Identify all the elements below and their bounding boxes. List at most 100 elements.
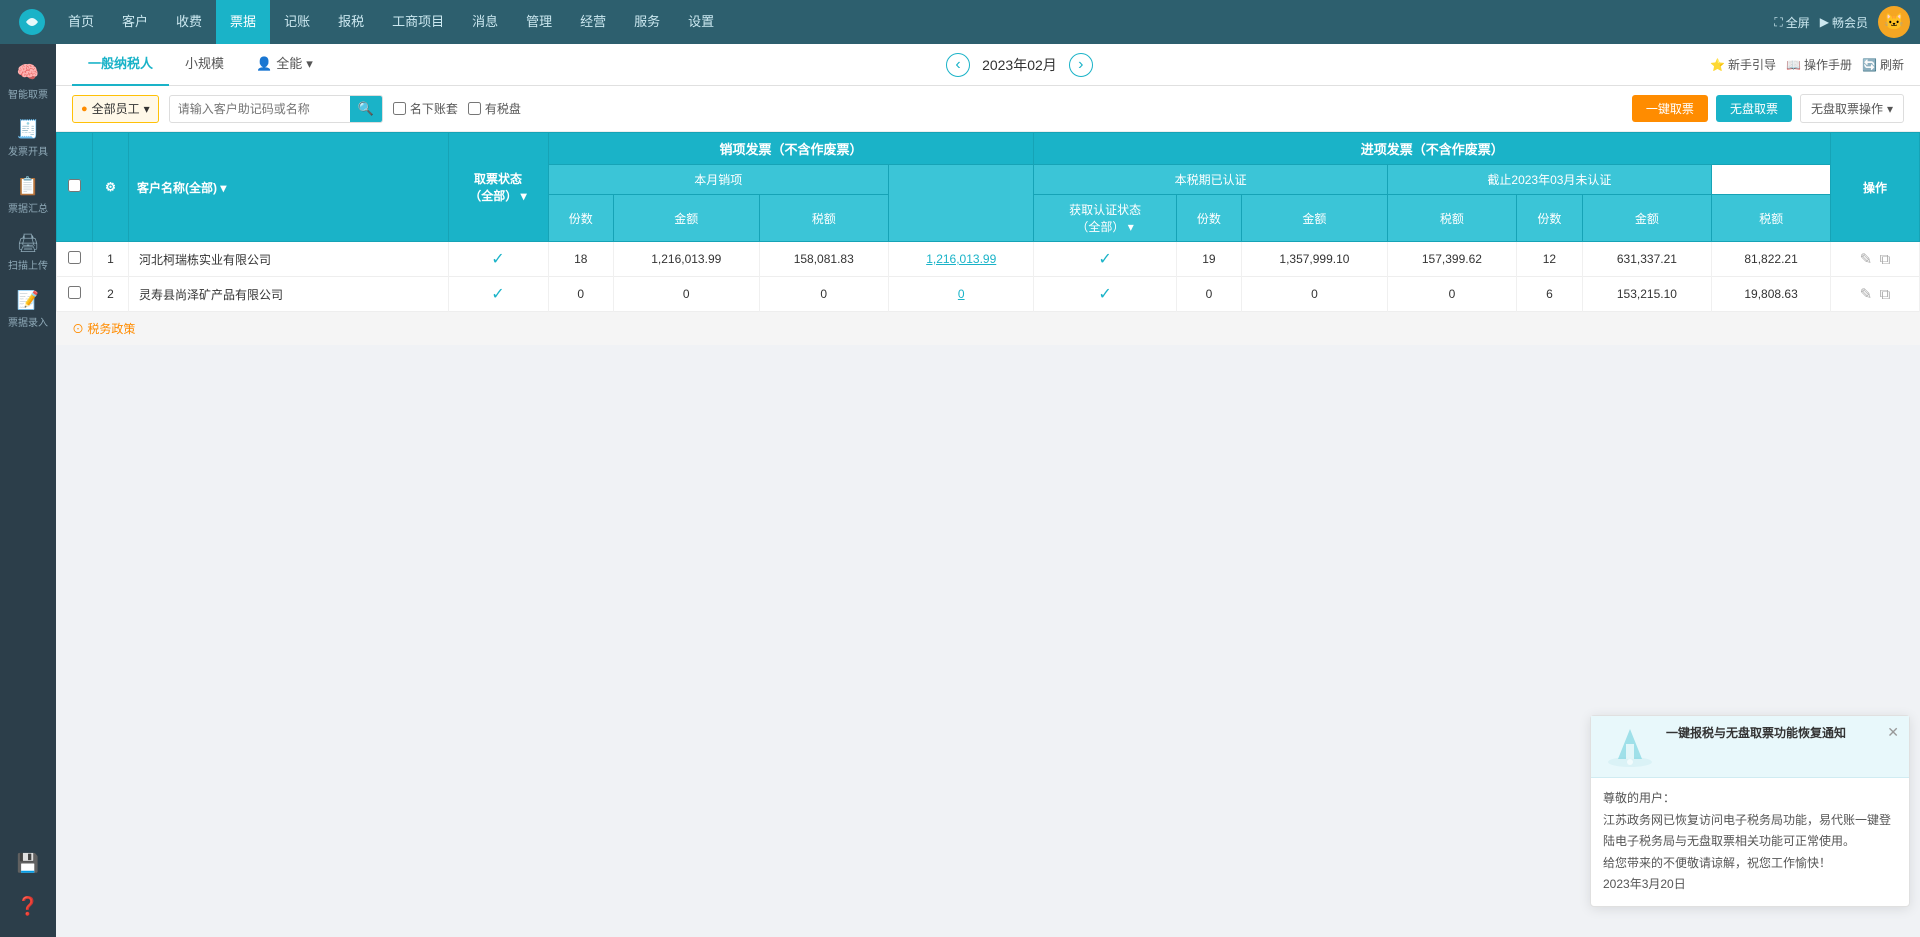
consec12-link-1[interactable]: 0 xyxy=(958,287,965,301)
play-icon: ▶ xyxy=(1820,15,1829,29)
unconfirmed-copies-header: 份数 xyxy=(1517,195,1583,242)
avatar[interactable]: 🐱 xyxy=(1878,6,1910,38)
prev-month-btn[interactable]: ‹ xyxy=(946,53,970,77)
sidebar-item-summary[interactable]: 📋 票据汇总 xyxy=(2,168,54,223)
tab-bar: 一般纳税人 小规模 👤 全能 ▾ ‹ 2023年02月 › ⭐ 新手引导 📖 操… xyxy=(56,44,1920,86)
row-unconf-copies-1: 6 xyxy=(1517,277,1583,312)
vip-btn[interactable]: ▶ 畅会员 xyxy=(1820,14,1868,31)
row-checkbox-1[interactable] xyxy=(57,277,93,312)
checkbox-taxdisk[interactable] xyxy=(468,102,481,115)
employee-select-label: 全部员工 xyxy=(92,100,140,117)
nav-service[interactable]: 服务 xyxy=(620,0,674,44)
row-current-tax-1: 0 xyxy=(1387,277,1516,312)
row-cert-status-1: ✓ xyxy=(1034,277,1176,312)
sidebar-item-scan[interactable]: 🖨 扫描上传 xyxy=(2,225,54,280)
customer-col-label: 客户名称(全部) xyxy=(137,181,217,195)
row-month-copies-1: 0 xyxy=(548,277,614,312)
row-month-tax-1: 0 xyxy=(759,277,888,312)
new-guide-label: 新手引导 xyxy=(1728,56,1776,73)
nav-home[interactable]: 首页 xyxy=(54,0,108,44)
notif-close-btn[interactable]: ✕ xyxy=(1887,724,1899,741)
nav-invoice[interactable]: 票据 xyxy=(216,0,270,44)
copy-btn-0[interactable]: ⧉ xyxy=(1880,251,1891,268)
chevron-down-icon: ▾ xyxy=(306,44,313,85)
col-settings-header: ⚙ xyxy=(93,133,129,242)
sidebar-item-download[interactable]: 💾 xyxy=(2,845,54,882)
sidebar-label-invoice-open: 发票开具 xyxy=(8,143,48,158)
row-unconf-amount-0: 631,337.21 xyxy=(1582,242,1711,277)
row-actions-1: ✎ ⧉ xyxy=(1830,277,1919,312)
fullscreen-label: 全屏 xyxy=(1786,14,1810,31)
current-tax-header: 税额 xyxy=(1387,195,1516,242)
manual-btn[interactable]: 📖 操作手册 xyxy=(1786,56,1852,73)
consec12-link-0[interactable]: 1,216,013.99 xyxy=(926,252,996,266)
notif-title-wrap: 一键报税与无盘取票功能恢复通知 xyxy=(1666,724,1846,741)
entry-icon: 📝 xyxy=(17,290,39,311)
tab-general-taxpayer[interactable]: 一般纳税人 xyxy=(72,44,169,86)
tax-policy-link[interactable]: ⊙ 税务政策 xyxy=(72,320,1904,337)
row-check-0[interactable] xyxy=(68,251,81,264)
checkbox-name[interactable] xyxy=(393,102,406,115)
help-icon: ❓ xyxy=(17,896,39,917)
sales-tax-header: 税额 xyxy=(759,195,888,242)
table-row: 1 河北柯瑞栋实业有限公司 ✓ 18 1,216,013.99 158,081.… xyxy=(57,242,1920,277)
tab-small-scale[interactable]: 小规模 xyxy=(169,44,240,86)
notif-header: 一键报税与无盘取票功能恢复通知 ✕ xyxy=(1591,716,1909,778)
table-row: 2 灵寿县尚泽矿产品有限公司 ✓ 0 0 0 0 ✓ 0 0 0 6 153,2… xyxy=(57,277,1920,312)
invoice-table-body: 1 河北柯瑞栋实业有限公司 ✓ 18 1,216,013.99 158,081.… xyxy=(57,242,1920,312)
select-all-checkbox[interactable] xyxy=(68,179,81,192)
copy-btn-1[interactable]: ⧉ xyxy=(1880,286,1891,303)
search-button[interactable]: 🔍 xyxy=(350,95,382,123)
filter-icon-cert[interactable]: ▾ xyxy=(1128,220,1134,234)
next-month-btn[interactable]: › xyxy=(1069,53,1093,77)
settings-icon: ⚙ xyxy=(105,180,116,194)
invoice-table: ⚙ 客户名称(全部) ▾ 取票状态（全部） ▾ 销项发票（不含作废票） 进项发票… xyxy=(56,132,1920,312)
filter-icon-customer[interactable]: ▾ xyxy=(220,181,226,195)
purchase-invoice-header: 进项发票（不含作废票） xyxy=(1034,133,1831,165)
fetch-status-icon-0: ✓ xyxy=(491,251,504,268)
row-name-1: 灵寿县尚泽矿产品有限公司 xyxy=(129,277,449,312)
search-input[interactable] xyxy=(170,98,350,120)
nav-business[interactable]: 工商项目 xyxy=(378,0,458,44)
one-key-fetch-btn[interactable]: 一键取票 xyxy=(1632,95,1708,122)
notif-date: 2023年3月20日 xyxy=(1603,874,1897,896)
month-nav: ‹ 2023年02月 › xyxy=(946,53,1093,77)
nav-customer[interactable]: 客户 xyxy=(108,0,162,44)
nav-tax[interactable]: 报税 xyxy=(324,0,378,44)
nav-message[interactable]: 消息 xyxy=(458,0,512,44)
nav-manage[interactable]: 管理 xyxy=(512,0,566,44)
sidebar-item-help[interactable]: ❓ xyxy=(2,888,54,925)
new-guide-btn[interactable]: ⭐ 新手引导 xyxy=(1710,56,1776,73)
edit-btn-1[interactable]: ✎ xyxy=(1860,286,1873,303)
nav-fee[interactable]: 收费 xyxy=(162,0,216,44)
edit-btn-0[interactable]: ✎ xyxy=(1860,251,1873,268)
col-checkbox-header xyxy=(57,133,93,242)
nav-accounting[interactable]: 记账 xyxy=(270,0,324,44)
nav-operation[interactable]: 经营 xyxy=(566,0,620,44)
summary-icon: 📋 xyxy=(17,176,39,197)
tab-all[interactable]: 👤 全能 ▾ xyxy=(240,44,329,86)
refresh-btn[interactable]: 🔄 刷新 xyxy=(1862,56,1904,73)
fullscreen-btn[interactable]: ⛶ 全屏 xyxy=(1774,14,1809,31)
sidebar-item-invoice-open[interactable]: 🧾 发票开具 xyxy=(2,111,54,166)
sidebar-label-scan: 扫描上传 xyxy=(8,257,48,272)
tab-right-actions: ⭐ 新手引导 📖 操作手册 🔄 刷新 xyxy=(1710,56,1904,73)
row-check-1[interactable] xyxy=(68,286,81,299)
no-disc-op-btn[interactable]: 无盘取票操作 ▾ xyxy=(1800,94,1904,123)
row-checkbox-0[interactable] xyxy=(57,242,93,277)
no-disc-fetch-btn[interactable]: 无盘取票 xyxy=(1716,95,1792,122)
row-cert-status-0: ✓ xyxy=(1034,242,1176,277)
sidebar-item-smart-fetch[interactable]: 🧠 智能取票 xyxy=(2,54,54,109)
user-icon: 👤 xyxy=(256,44,272,85)
row-current-tax-0: 157,399.62 xyxy=(1387,242,1516,277)
sales-copies-header: 份数 xyxy=(548,195,614,242)
footer-bar: ⊙ 税务政策 xyxy=(56,312,1920,345)
current-period-header: 本税期已认证 xyxy=(1034,165,1387,195)
filter-icon-fetch[interactable]: ▾ xyxy=(521,189,527,203)
sales-amount-header: 金额 xyxy=(614,195,759,242)
nav-settings[interactable]: 设置 xyxy=(674,0,728,44)
col-action-header: 操作 xyxy=(1830,133,1919,242)
dropdown-arrow-icon: ▾ xyxy=(1887,102,1893,116)
sidebar-item-entry[interactable]: 📝 票据录入 xyxy=(2,282,54,337)
notif-message: 江苏政务网已恢复访问电子税务局功能，易代账一键登陆电子税务局与无盘取票相关功能可… xyxy=(1603,810,1897,853)
